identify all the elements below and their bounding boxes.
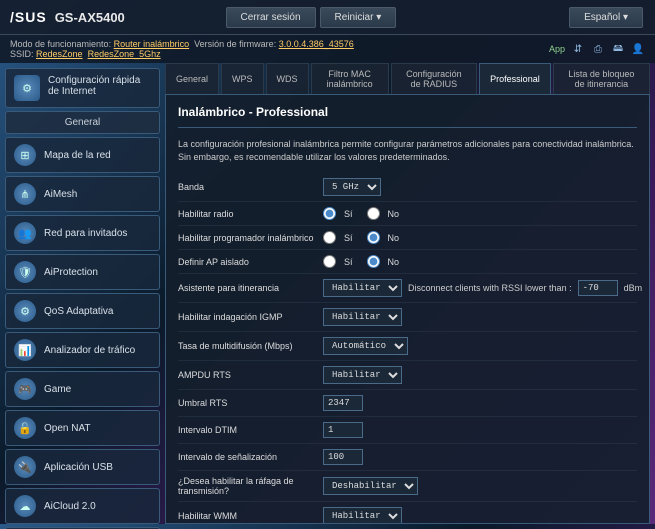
txburst-label: ¿Desea habilitar la ráfaga de transmisió… — [178, 476, 323, 496]
nav-icon: 🔓 — [14, 417, 36, 439]
mcast-label: Tasa de multidifusión (Mbps) — [178, 341, 323, 351]
sidebar-item-label: Mapa de la red — [44, 150, 111, 161]
sidebar-item-label: Open NAT — [44, 423, 91, 434]
ssid-2[interactable]: RedesZone_5Ghz — [88, 49, 161, 59]
rts-input[interactable] — [323, 395, 363, 411]
settings-panel: Inalámbrico - Professional La configurac… — [165, 94, 650, 524]
sidebar-item-aplicación-usb[interactable]: 🔌 Aplicación USB — [5, 449, 160, 485]
roaming-label: Asistente para itinerancia — [178, 283, 323, 293]
sidebar-item-mapa-de-la-red[interactable]: ⊞ Mapa de la red — [5, 137, 160, 173]
model-name: GS-AX5400 — [55, 10, 224, 25]
sidebar-item-label: AiProtection — [44, 267, 98, 278]
sched-yes[interactable] — [323, 231, 336, 244]
ap-yes[interactable] — [323, 255, 336, 268]
nav-icon: 🛡 — [14, 261, 36, 283]
nav-icon: 👥 — [14, 222, 36, 244]
nav-icon: ⋔ — [14, 183, 36, 205]
txburst-select[interactable]: Deshabilitar — [323, 477, 418, 495]
igmp-select[interactable]: Habilitar — [323, 308, 402, 326]
nav-icon: ⚙ — [14, 300, 36, 322]
beacon-input[interactable] — [323, 449, 363, 465]
tab-configuración-de-radius[interactable]: Configuración de RADIUS — [391, 63, 477, 94]
nav-icon: 🔌 — [14, 456, 36, 478]
band-label: Banda — [178, 182, 323, 192]
general-header: General — [5, 111, 160, 134]
beacon-label: Intervalo de señalización — [178, 452, 323, 462]
sidebar-item-label: AiMesh — [44, 189, 77, 200]
sched-label: Habilitar programador inalámbrico — [178, 233, 323, 243]
sidebar: ⚙ Configuración rápida de Internet Gener… — [0, 63, 165, 529]
sidebar-item-aiprotection[interactable]: 🛡 AiProtection — [5, 254, 160, 290]
quick-setup[interactable]: ⚙ Configuración rápida de Internet — [5, 68, 160, 108]
sidebar-item-label: Aplicación USB — [44, 462, 113, 473]
logout-button[interactable]: Cerrar sesión — [226, 7, 316, 28]
ap-isolated-label: Definir AP aislado — [178, 257, 323, 267]
ssid-label: SSID: — [10, 49, 34, 59]
print-icon[interactable]: ⎙ — [591, 42, 605, 56]
nav-icon: 🎮 — [14, 378, 36, 400]
mcast-select[interactable]: Automático — [323, 337, 408, 355]
nav-icon: 📊 — [14, 339, 36, 361]
nav-icon: ⊞ — [14, 144, 36, 166]
brand-logo: /SUS — [10, 9, 47, 25]
ssid-1[interactable]: RedesZone — [36, 49, 83, 59]
mode-link[interactable]: Router inalámbrico — [114, 39, 190, 49]
top-bar: /SUS GS-AX5400 Cerrar sesión Reiniciar E… — [0, 0, 655, 35]
tab-general[interactable]: General — [165, 63, 219, 94]
info-bar: Modo de funcionamiento: Router inalámbri… — [0, 35, 655, 63]
sidebar-item-label: AiCloud 2.0 — [44, 501, 96, 512]
tab-professional[interactable]: Professional — [479, 63, 551, 94]
tab-lista-de-bloqueo-de-itinerancia[interactable]: Lista de bloqueo de itinerancia — [553, 63, 650, 94]
panel-description: La configuración profesional inalámbrica… — [178, 138, 637, 163]
gear-icon: ⚙ — [14, 75, 40, 101]
dtim-input[interactable] — [323, 422, 363, 438]
tab-bar: GeneralWPSWDSFiltro MAC inalámbricoConfi… — [165, 63, 650, 94]
app-link[interactable]: App — [549, 44, 565, 54]
wifi-icon[interactable]: ⇵ — [571, 42, 585, 56]
igmp-label: Habilitar indagación IGMP — [178, 312, 323, 322]
language-select[interactable]: Español — [569, 7, 643, 28]
enable-radio-no[interactable] — [367, 207, 380, 220]
wmm-select[interactable]: Habilitar — [323, 507, 402, 524]
ampdu-rts-select[interactable]: Habilitar — [323, 366, 402, 384]
panel-title: Inalámbrico - Professional — [178, 105, 637, 119]
wmm-label: Habilitar WMM — [178, 511, 323, 521]
sidebar-item-analizador-de-tráfico[interactable]: 📊 Analizador de tráfico — [5, 332, 160, 368]
sidebar-item-label: Game — [44, 384, 71, 395]
firmware-link[interactable]: 3.0.0.4.386_43576 — [279, 39, 354, 49]
sidebar-item-label: Red para invitados — [44, 228, 127, 239]
sidebar-item-open-nat[interactable]: 🔓 Open NAT — [5, 410, 160, 446]
client-icon[interactable]: 👤 — [631, 42, 645, 56]
reboot-button[interactable]: Reiniciar — [320, 7, 397, 28]
tab-filtro-mac-inalámbrico[interactable]: Filtro MAC inalámbrico — [311, 63, 389, 94]
sidebar-item-aicloud-2.0[interactable]: ☁ AiCloud 2.0 — [5, 488, 160, 524]
enable-radio-label: Habilitar radio — [178, 209, 323, 219]
ap-no[interactable] — [367, 255, 380, 268]
enable-radio-yes[interactable] — [323, 207, 336, 220]
nav-icon: ☁ — [14, 495, 36, 517]
dtim-label: Intervalo DTIM — [178, 425, 323, 435]
quick-setup-label: Configuración rápida de Internet — [48, 75, 151, 97]
band-select[interactable]: 5 GHz — [323, 178, 381, 196]
main-content: GeneralWPSWDSFiltro MAC inalámbricoConfi… — [165, 63, 655, 529]
firmware-label: Versión de firmware: — [194, 39, 276, 49]
rts-thresh-label: Umbral RTS — [178, 398, 323, 408]
rssi-input[interactable] — [578, 280, 618, 296]
tab-wps[interactable]: WPS — [221, 63, 264, 94]
sidebar-item-label: QoS Adaptativa — [44, 306, 114, 317]
sidebar-item-red-para-invitados[interactable]: 👥 Red para invitados — [5, 215, 160, 251]
tab-wds[interactable]: WDS — [266, 63, 309, 94]
ampdu-rts-label: AMPDU RTS — [178, 370, 323, 380]
mode-label: Modo de funcionamiento: — [10, 39, 111, 49]
sidebar-item-qos-adaptativa[interactable]: ⚙ QoS Adaptativa — [5, 293, 160, 329]
sidebar-item-game[interactable]: 🎮 Game — [5, 371, 160, 407]
roaming-select[interactable]: Habilitar — [323, 279, 402, 297]
sidebar-item-label: Analizador de tráfico — [44, 345, 135, 356]
sched-no[interactable] — [367, 231, 380, 244]
sidebar-item-aimesh[interactable]: ⋔ AiMesh — [5, 176, 160, 212]
usb-icon[interactable]: 🖴 — [611, 42, 625, 56]
